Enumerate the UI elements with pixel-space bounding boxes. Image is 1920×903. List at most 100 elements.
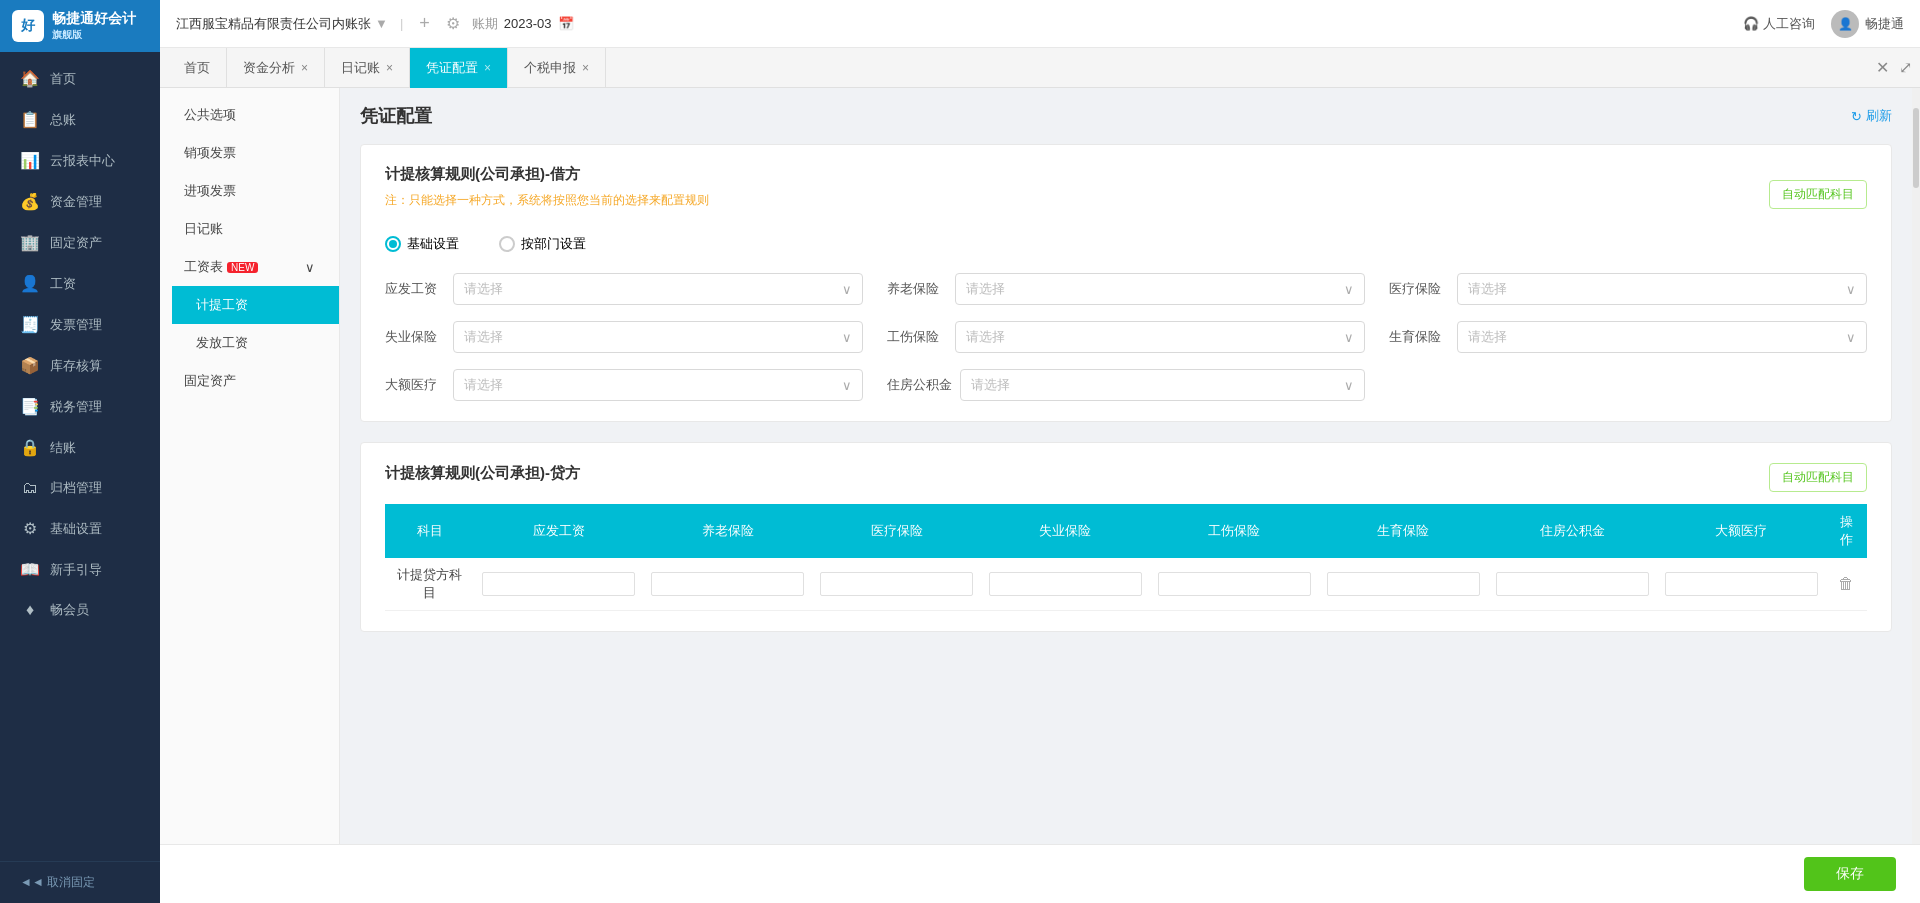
input-sybx[interactable] [989, 572, 1142, 596]
col-yfgz: 应发工资 [474, 504, 643, 558]
gear-icon[interactable]: ⚙ [446, 14, 460, 33]
ylbx2-select[interactable]: 请选择 ∨ [1457, 273, 1867, 305]
tab-voucher-close[interactable]: × [484, 61, 491, 75]
sidebar-item-guide[interactable]: 📖 新手引导 [0, 549, 160, 590]
gsbx-select[interactable]: 请选择 ∨ [955, 321, 1365, 353]
delete-icon[interactable]: 🗑 [1838, 575, 1854, 592]
credit-auto-match-button[interactable]: 自动匹配科目 [1769, 463, 1867, 492]
sidebar-item-inventory[interactable]: 📦 库存核算 [0, 345, 160, 386]
inventory-icon: 📦 [20, 356, 40, 375]
sidebar-item-home[interactable]: 🏠 首页 [0, 58, 160, 99]
yfgz-label: 应发工资 [385, 280, 445, 298]
cell-deyly[interactable] [1657, 558, 1826, 611]
table-row: 计提贷方科目 🗑 [385, 558, 1867, 611]
sidebar-item-tax[interactable]: 📑 税务管理 [0, 386, 160, 427]
sidebar-item-invoice[interactable]: 🧾 发票管理 [0, 304, 160, 345]
radio-dept[interactable]: 按部门设置 [499, 235, 586, 253]
logo-title: 畅捷通好会计 [52, 10, 136, 28]
tab-funds-close[interactable]: × [301, 61, 308, 75]
settings-icon: ⚙ [20, 519, 40, 538]
add-account-button[interactable]: + [415, 13, 434, 34]
sidebar-item-ledger[interactable]: 📋 总账 [0, 99, 160, 140]
yfgz-select[interactable]: 请选择 ∨ [453, 273, 863, 305]
user-menu[interactable]: 👤 畅捷通 [1831, 10, 1904, 38]
menu-item-accrual[interactable]: 计提工资 [172, 286, 339, 324]
service-button[interactable]: 🎧 人工咨询 [1743, 15, 1815, 33]
cancel-pin[interactable]: ◄◄ 取消固定 [0, 861, 160, 903]
expand-icon: ∨ [305, 260, 315, 275]
tab-diary[interactable]: 日记账 × [325, 48, 410, 88]
menu-item-payment[interactable]: 发放工资 [172, 324, 339, 362]
cell-zfgjj[interactable] [1488, 558, 1657, 611]
field-gsbx: 工伤保险 请选择 ∨ [887, 321, 1365, 353]
close-tab-button[interactable]: ✕ [1876, 58, 1889, 77]
input-deyly[interactable] [1665, 572, 1818, 596]
col-ylbx: 养老保险 [643, 504, 812, 558]
radio-basic-circle [385, 236, 401, 252]
debit-auto-match-button[interactable]: 自动匹配科目 [1769, 180, 1867, 209]
service-label: 人工咨询 [1763, 15, 1815, 33]
zfgjj-dropdown-icon: ∨ [1344, 378, 1354, 393]
sidebar-item-reports[interactable]: 📊 云报表中心 [0, 140, 160, 181]
credit-section: 计提核算规则(公司承担)-贷方 自动匹配科目 科目 应发工资 养老保险 医疗保险… [360, 442, 1892, 632]
calendar-icon[interactable]: 📅 [558, 16, 574, 31]
tab-diary-label: 日记账 [341, 59, 380, 77]
sidebar-item-archive[interactable]: 🗂 归档管理 [0, 468, 160, 508]
vip-icon: ♦ [20, 601, 40, 619]
deyly-select[interactable]: 请选择 ∨ [453, 369, 863, 401]
period-selector[interactable]: 账期 2023-03 📅 [472, 15, 574, 33]
topbar-separator: | [400, 16, 403, 31]
input-ylbx[interactable] [651, 572, 804, 596]
sidebar-label-home: 首页 [50, 70, 76, 88]
input-sybx2[interactable] [1327, 572, 1480, 596]
ylbx-select[interactable]: 请选择 ∨ [955, 273, 1365, 305]
field-zfgjj: 住房公积金 请选择 ∨ [887, 369, 1365, 401]
company-dropdown-icon: ▼ [375, 16, 388, 31]
menu-item-fixed-assets[interactable]: 固定资产 [160, 362, 339, 400]
cell-action[interactable]: 🗑 [1826, 558, 1867, 611]
company-selector[interactable]: 江西服宝精品有限责任公司内账张 ▼ [176, 15, 388, 33]
menu-item-purchase[interactable]: 进项发票 [160, 172, 339, 210]
cell-sybx2[interactable] [1319, 558, 1488, 611]
tabbar: 首页 资金分析 × 日记账 × 凭证配置 × 个税申报 × ✕ ⤢ [160, 48, 1920, 88]
refresh-button[interactable]: ↻ 刷新 [1851, 107, 1892, 125]
sidebar-item-salary[interactable]: 👤 工资 [0, 263, 160, 304]
sidebar-item-assets[interactable]: 🏢 固定资产 [0, 222, 160, 263]
tab-funds[interactable]: 资金分析 × [227, 48, 325, 88]
expand-tab-button[interactable]: ⤢ [1899, 58, 1912, 77]
cell-yfgz[interactable] [474, 558, 643, 611]
tab-home[interactable]: 首页 [168, 48, 227, 88]
close-period-icon: 🔒 [20, 438, 40, 457]
tab-diary-close[interactable]: × [386, 61, 393, 75]
cell-gsbx[interactable] [1150, 558, 1319, 611]
sybx-select[interactable]: 请选择 ∨ [453, 321, 863, 353]
tab-voucher[interactable]: 凭证配置 × [410, 48, 508, 88]
debit-section-title: 计提核算规则(公司承担)-借方 [385, 165, 709, 184]
page-content: 凭证配置 ↻ 刷新 计提核算规则(公司承担)-借方 注：只能选择一种方式，系统将… [340, 88, 1912, 844]
menu-item-sales[interactable]: 销项发票 [160, 134, 339, 172]
sidebar-item-vip[interactable]: ♦ 畅会员 [0, 590, 160, 630]
radio-basic[interactable]: 基础设置 [385, 235, 459, 253]
menu-item-public[interactable]: 公共选项 [160, 96, 339, 134]
menu-item-diary[interactable]: 日记账 [160, 210, 339, 248]
sybx2-select[interactable]: 请选择 ∨ [1457, 321, 1867, 353]
sidebar-label-close: 结账 [50, 439, 76, 457]
salary-table-label: 工资表NEW [184, 258, 258, 276]
input-ylbx2[interactable] [820, 572, 973, 596]
assets-icon: 🏢 [20, 233, 40, 252]
input-gsbx[interactable] [1158, 572, 1311, 596]
save-button[interactable]: 保存 [1804, 857, 1896, 891]
sidebar-item-funds[interactable]: 💰 资金管理 [0, 181, 160, 222]
radio-dept-label: 按部门设置 [521, 235, 586, 253]
cell-ylbx2[interactable] [812, 558, 981, 611]
zfgjj-select[interactable]: 请选择 ∨ [960, 369, 1365, 401]
menu-item-salary-table[interactable]: 工资表NEW ∨ [160, 248, 339, 286]
cell-sybx[interactable] [981, 558, 1150, 611]
input-zfgjj[interactable] [1496, 572, 1649, 596]
tab-tax[interactable]: 个税申报 × [508, 48, 606, 88]
sidebar-item-settings[interactable]: ⚙ 基础设置 [0, 508, 160, 549]
tab-tax-close[interactable]: × [582, 61, 589, 75]
input-yfgz[interactable] [482, 572, 635, 596]
cell-ylbx[interactable] [643, 558, 812, 611]
sidebar-item-close[interactable]: 🔒 结账 [0, 427, 160, 468]
